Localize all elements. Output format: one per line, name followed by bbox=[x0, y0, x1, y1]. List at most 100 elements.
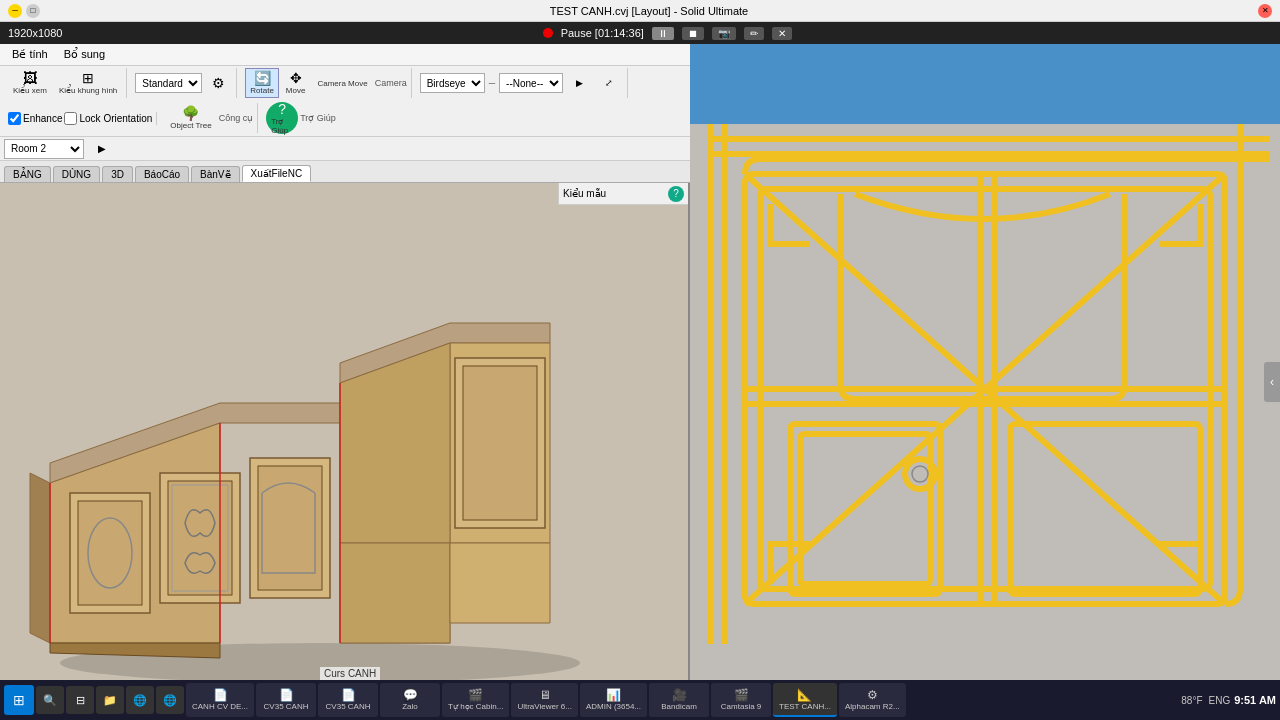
lang-display: ENG bbox=[1209, 695, 1231, 706]
taskbar-app-ultraviewer[interactable]: 🖥 UltraViewer 6... bbox=[511, 683, 578, 717]
tab-xuatfilenc[interactable]: XuấtFileNC bbox=[242, 165, 312, 182]
lower-cabinet-front bbox=[340, 543, 450, 643]
frame-icon: ⊞ bbox=[82, 71, 94, 85]
window-title: TEST CANH.cvj [Layout] - Solid Ultimate bbox=[40, 5, 1258, 17]
lock-check-input[interactable] bbox=[64, 112, 77, 125]
standard-settings-button[interactable]: ⚙ bbox=[204, 68, 232, 98]
tabs-bar: BẢNG DÙNG 3D BáoCáo BànVẽ XuấtFileNC bbox=[0, 161, 690, 183]
toolbar-tools-group: 🌳 Object Tree Công cụ bbox=[161, 103, 258, 133]
kieu-mau-help-button[interactable]: ? bbox=[668, 186, 684, 202]
room-nav-button[interactable]: ▶ bbox=[88, 139, 116, 159]
start-button[interactable]: ⊞ bbox=[4, 685, 34, 715]
taskbar-app-camtasia-label: Camtasia 9 bbox=[721, 702, 761, 711]
taskbar-app-tuhoc[interactable]: 🎬 Tự học Cabin... bbox=[442, 683, 509, 717]
rec-left: 1920x1080 bbox=[8, 27, 62, 39]
tab-baocao[interactable]: BáoCáo bbox=[135, 166, 189, 182]
standard-select[interactable]: Standard bbox=[135, 73, 202, 93]
close-button[interactable]: ✕ bbox=[1258, 4, 1272, 18]
rotate-button[interactable]: 🔄 Rotate bbox=[245, 68, 279, 98]
object-tree-button[interactable]: 🌳 Object Tree bbox=[165, 103, 216, 133]
camera-label: Camera bbox=[375, 78, 407, 88]
taskbar-app-testcanh-label: TEST CANH... bbox=[779, 702, 831, 711]
browser-icon[interactable]: 🌐 bbox=[126, 686, 154, 714]
pause-button[interactable]: ⏸ bbox=[652, 27, 674, 40]
room-select[interactable]: Room 2 bbox=[4, 139, 84, 159]
minimize-button[interactable]: ─ bbox=[8, 4, 22, 18]
cam-sidebar-arrow[interactable]: ‹ bbox=[1264, 362, 1280, 402]
taskbar-app-bandicam-label: Bandicam bbox=[661, 702, 697, 711]
toolbar-camera-group: 🔄 Rotate ✥ Move Camera Move Camera bbox=[241, 68, 411, 98]
frame-button[interactable]: ⊞ Kiểu khung hình bbox=[54, 68, 122, 98]
kieu-mau-label: Kiểu mẫu bbox=[563, 188, 606, 199]
cam-background: SNAP ORTHO AUTO HIDE ‹ bbox=[690, 44, 1280, 720]
window-controls-left: ─ □ bbox=[8, 4, 40, 18]
cabinet-side-left bbox=[30, 473, 50, 643]
curs-label: Curs CANH bbox=[320, 667, 380, 680]
taskbar: ⊞ 🔍 ⊟ 📁 🌐 🌐 📄 CANH CV DE... 📄 CV35 CANH … bbox=[0, 680, 1280, 720]
tab-bang[interactable]: BẢNG bbox=[4, 166, 51, 182]
temp-display: 88°F bbox=[1181, 695, 1202, 706]
cabinet-base bbox=[50, 643, 220, 658]
taskbar-right: 88°F ENG 9:51 AM bbox=[1181, 694, 1276, 706]
door-2-inner bbox=[168, 481, 232, 595]
toolbar-view-mode-group: Birdseye ─ --None-- ▶ ⤢ bbox=[416, 68, 628, 98]
rec-indicator bbox=[543, 28, 553, 38]
menu-bo-sung[interactable]: Bổ sung bbox=[56, 46, 113, 63]
none-select[interactable]: --None-- bbox=[499, 73, 563, 93]
resolution-display: 1920x1080 bbox=[8, 27, 62, 39]
taskbar-app-canh-cv[interactable]: 📄 CANH CV DE... bbox=[186, 683, 254, 717]
door-3-inner bbox=[258, 466, 322, 590]
taskbar-app-testcanh[interactable]: 📐 TEST CANH... bbox=[773, 683, 837, 717]
toolbar-select-group: Standard ⚙ bbox=[131, 68, 237, 98]
files-icon[interactable]: 📁 bbox=[96, 686, 124, 714]
toolbar-help-group: ? Trợ Giúp Trợ Giúp bbox=[262, 102, 340, 134]
taskbar-app-cv35-1-label: CV35 CANH bbox=[264, 702, 309, 711]
viewport-3d[interactable]: Kiểu mẫu ? bbox=[0, 183, 690, 720]
system-tray: 88°F ENG bbox=[1181, 695, 1230, 706]
taskbar-app-ultraviewer-label: UltraViewer 6... bbox=[517, 702, 572, 711]
menu-be-tinh[interactable]: Bề tính bbox=[4, 46, 56, 63]
lock-orientation-checkbox[interactable]: Lock Orientation bbox=[64, 112, 152, 125]
viewport-cam[interactable]: SNAP ORTHO AUTO HIDE ‹ bbox=[690, 44, 1280, 720]
kieu-mau-bar: Kiểu mẫu ? bbox=[558, 183, 688, 205]
arrow-right-button[interactable]: ▶ bbox=[565, 68, 593, 98]
taskbar-app-alphacam[interactable]: ⚙ Alphacam R2... bbox=[839, 683, 906, 717]
enhance-checkbox[interactable]: Enhance bbox=[8, 112, 62, 125]
move-button[interactable]: ✥ Move bbox=[281, 68, 311, 98]
tab-3d[interactable]: 3D bbox=[102, 166, 133, 182]
help-icon: ? bbox=[278, 102, 286, 116]
toolbar: 🖼 Kiểu xem ⊞ Kiểu khung hình Standard ⚙ … bbox=[0, 66, 690, 137]
camera-button[interactable]: 📷 bbox=[712, 27, 736, 40]
birdseye-select[interactable]: Birdseye bbox=[420, 73, 485, 93]
view-thumbnail-button[interactable]: 🖼 Kiểu xem bbox=[8, 68, 52, 98]
tab-dung[interactable]: DÙNG bbox=[53, 166, 100, 182]
taskbar-app-bandicam[interactable]: 🎥 Bandicam bbox=[649, 683, 709, 717]
stop-button[interactable]: ⏹ bbox=[682, 27, 704, 40]
help-button[interactable]: ? Trợ Giúp bbox=[266, 102, 298, 134]
edge-icon[interactable]: 🌐 bbox=[156, 686, 184, 714]
cam-toolpath-view bbox=[690, 44, 1280, 720]
help-group-label: Trợ Giúp bbox=[300, 113, 336, 123]
expand-button[interactable]: ⤢ bbox=[595, 68, 623, 98]
rec-center: Pause [01:14:36] ⏸ ⏹ 📷 ✏ ✕ bbox=[543, 27, 792, 40]
maximize-button[interactable]: □ bbox=[26, 4, 40, 18]
taskbar-app-cv35-2[interactable]: 📄 CV35 CANH bbox=[318, 683, 378, 717]
thumbnail-icon: 🖼 bbox=[23, 71, 37, 85]
tab-banve[interactable]: BànVẽ bbox=[191, 166, 239, 182]
toolbar2: Room 2 ▶ bbox=[0, 137, 690, 161]
search-taskbar-icon[interactable]: 🔍 bbox=[36, 686, 64, 714]
enhance-check-input[interactable] bbox=[8, 112, 21, 125]
task-view-icon[interactable]: ⊟ bbox=[66, 686, 94, 714]
taskbar-app-cv35-1[interactable]: 📄 CV35 CANH bbox=[256, 683, 316, 717]
window-controls-right: ✕ bbox=[1258, 4, 1272, 18]
taskbar-app-admin[interactable]: 📊 ADMIN (3654... bbox=[580, 683, 647, 717]
clock: 9:51 AM bbox=[1234, 694, 1276, 706]
taskbar-app-zalo[interactable]: 💬 Zalo bbox=[380, 683, 440, 717]
close-rec-button[interactable]: ✕ bbox=[772, 27, 792, 40]
taskbar-app-tuhoc-label: Tự học Cabin... bbox=[448, 702, 503, 711]
taskbar-app-camtasia[interactable]: 🎬 Camtasia 9 bbox=[711, 683, 771, 717]
edit-button[interactable]: ✏ bbox=[744, 27, 764, 40]
recording-bar: 1920x1080 Pause [01:14:36] ⏸ ⏹ 📷 ✏ ✕ bbox=[0, 22, 1280, 44]
camera-move-button[interactable]: Camera Move bbox=[312, 68, 372, 98]
toolbar-view-group: 🖼 Kiểu xem ⊞ Kiểu khung hình bbox=[4, 68, 127, 98]
